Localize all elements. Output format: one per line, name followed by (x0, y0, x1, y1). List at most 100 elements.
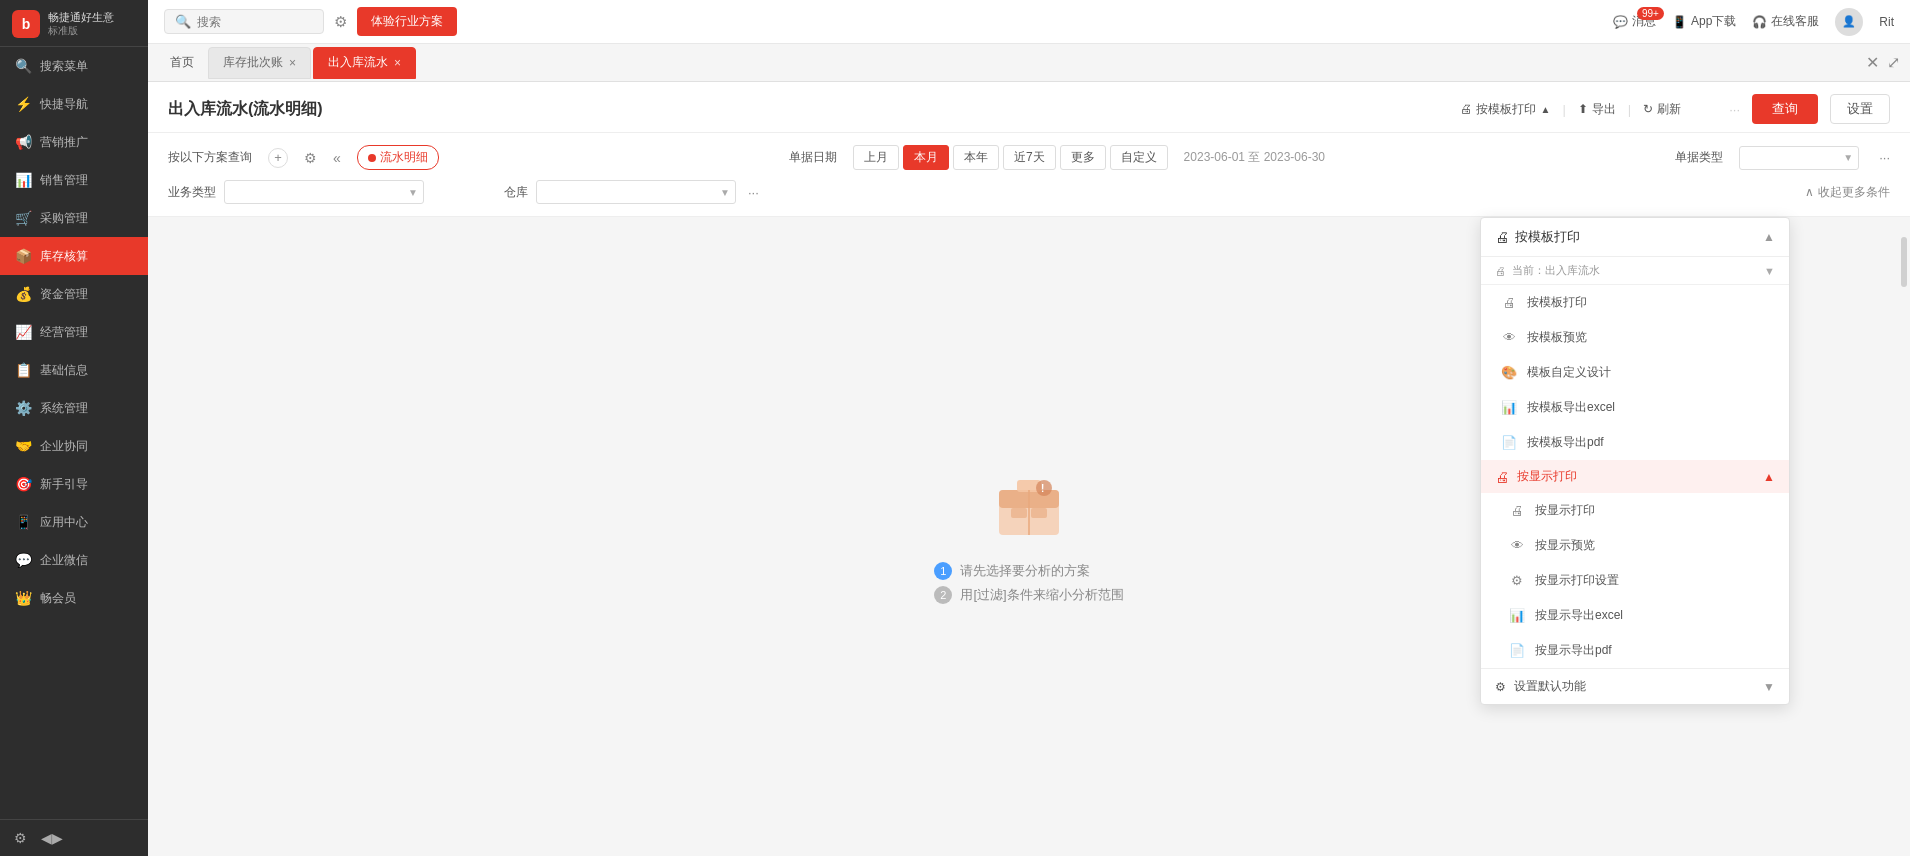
step-2-label: 用[过滤]条件来缩小分析范围 (960, 586, 1123, 604)
dropdown-footer[interactable]: ⚙ 设置默认功能 ▼ (1481, 668, 1789, 704)
print-dropdown-panel: 🖨 按模板打印 ▲ 🖨 当前：出入库流水 ▼ 🖨 按模板打印 (1480, 217, 1790, 705)
warehouse-label: 仓库 (504, 184, 528, 201)
sidebar-item-marketing[interactable]: 📢 营销推广 (0, 123, 148, 161)
sidebar-label-shortcut: 快捷导航 (40, 96, 88, 113)
date-btn-this-year[interactable]: 本年 (953, 145, 999, 170)
vertical-scrollbar[interactable] (1898, 217, 1910, 856)
item-display-settings-icon: ⚙ (1509, 573, 1525, 589)
sidebar-item-system[interactable]: ⚙️ 系统管理 (0, 389, 148, 427)
sidebar-item-search[interactable]: 🔍 搜索菜单 (0, 47, 148, 85)
sidebar-item-sales[interactable]: 📊 销售管理 (0, 161, 148, 199)
user-avatar[interactable]: 👤 (1835, 8, 1863, 36)
display-print-header-label: 🖨 按显示打印 (1495, 468, 1577, 485)
tab-expand-icon[interactable]: ⤢ (1887, 53, 1900, 72)
app-download-button[interactable]: 📱 App下载 (1672, 13, 1736, 30)
step-1-label: 请先选择要分析的方案 (960, 562, 1090, 580)
business-type-select[interactable] (224, 180, 424, 204)
dropdown-item-template-pdf[interactable]: 📄 按模板导出pdf (1481, 425, 1789, 460)
dropdown-sub-header-display[interactable]: 🖨 按显示打印 ▲ (1481, 460, 1789, 493)
main-content: ! 1 请先选择要分析的方案 2 用[过滤]条件来缩小分析范围 (148, 217, 1910, 856)
current-label: 当前：出入库流水 (1512, 263, 1600, 278)
dropdown-close-icon[interactable]: ▲ (1763, 230, 1775, 244)
settings-footer-icon[interactable]: ⚙ (14, 830, 27, 846)
warehouse-select[interactable] (536, 180, 736, 204)
message-button[interactable]: 💬 消息 99+ (1613, 13, 1656, 30)
doc-type-label: 单据类型 (1675, 149, 1723, 166)
gear-icon: ⚙️ (14, 399, 32, 417)
tab-batch[interactable]: 库存批次账 × (208, 47, 311, 79)
more-icon[interactable]: ··· (1729, 102, 1740, 117)
sidebar-item-appcenter[interactable]: 📱 应用中心 (0, 503, 148, 541)
item-preview-icon: 👁 (1501, 330, 1517, 346)
industry-solution-button[interactable]: 体验行业方案 (357, 7, 457, 36)
sidebar-item-wechat[interactable]: 💬 企业微信 (0, 541, 148, 579)
refresh-button[interactable]: ↻ 刷新 (1643, 101, 1681, 118)
sidebar-item-vip[interactable]: 👑 畅会员 (0, 579, 148, 617)
sidebar-item-inventory[interactable]: 📦 库存核算 (0, 237, 148, 275)
step-num-2: 2 (934, 586, 952, 604)
sidebar-item-shortcut[interactable]: ⚡ 快捷导航 (0, 85, 148, 123)
display-print-header-text: 按显示打印 (1517, 468, 1577, 485)
tab-home[interactable]: 首页 (158, 47, 206, 79)
query-button[interactable]: 查询 (1752, 94, 1818, 124)
doc-type-more-icon[interactable]: ··· (1879, 150, 1890, 165)
tab-flow-close-icon[interactable]: × (394, 56, 401, 70)
tab-batch-close-icon[interactable]: × (289, 56, 296, 70)
dropdown-item-template-custom[interactable]: 🎨 模板自定义设计 (1481, 355, 1789, 390)
sidebar-footer: ⚙ ◀▶ (0, 819, 148, 856)
money-icon: 💰 (14, 285, 32, 303)
doc-type-select[interactable] (1739, 146, 1859, 170)
topbar-gear-icon[interactable]: ⚙ (334, 13, 347, 31)
step-num-1: 1 (934, 562, 952, 580)
target-icon: 🎯 (14, 475, 32, 493)
sidebar-item-purchase[interactable]: 🛒 采购管理 (0, 199, 148, 237)
main-area: 🔍 ⚙ 体验行业方案 💬 消息 99+ 📱 App下载 🎧 在线客服 (148, 0, 1910, 856)
sidebar-item-newbie[interactable]: 🎯 新手引导 (0, 465, 148, 503)
export-icon: ⬆ (1578, 102, 1588, 116)
filter-add-button[interactable]: + (268, 148, 288, 168)
export-button[interactable]: ⬆ 导出 (1578, 101, 1616, 118)
item-display-pdf-label: 按显示导出pdf (1535, 642, 1612, 659)
filter-collapse-icon[interactable]: « (333, 150, 341, 166)
toggle-sidebar-icon[interactable]: ◀▶ (41, 830, 63, 846)
chart-icon: 📊 (14, 171, 32, 189)
tab-close-all-icon[interactable]: ✕ (1866, 53, 1879, 72)
dropdown-item-template-print[interactable]: 🖨 按模板打印 (1481, 285, 1789, 320)
dropdown-item-display-print[interactable]: 🖨 按显示打印 (1481, 493, 1789, 528)
sidebar-item-finance[interactable]: 💰 资金管理 (0, 275, 148, 313)
sidebar-label-wechat: 企业微信 (40, 552, 88, 569)
search-input[interactable] (197, 15, 297, 29)
warehouse-more-icon[interactable]: ··· (748, 185, 759, 200)
current-arrow-icon[interactable]: ▼ (1764, 265, 1775, 277)
collapse-button[interactable]: ∧ 收起更多条件 (1805, 184, 1890, 201)
online-service-button[interactable]: 🎧 在线客服 (1752, 13, 1819, 30)
search-icon: 🔍 (14, 57, 32, 75)
filter-tag-dot (368, 154, 376, 162)
date-btn-last-month[interactable]: 上月 (853, 145, 899, 170)
topbar-search-box[interactable]: 🔍 (164, 9, 324, 34)
filter-row-2: 业务类型 ▼ 仓库 (168, 180, 1890, 204)
filter-tag-liushui[interactable]: 流水明细 (357, 145, 439, 170)
settings-button[interactable]: 设置 (1830, 94, 1890, 124)
dropdown-item-display-excel[interactable]: 📊 按显示导出excel (1481, 598, 1789, 633)
item-design-icon: 🎨 (1501, 365, 1517, 381)
tab-flow[interactable]: 出入库流水 × (313, 47, 416, 79)
sidebar-label-finance: 资金管理 (40, 286, 88, 303)
dropdown-item-template-excel[interactable]: 📊 按模板导出excel (1481, 390, 1789, 425)
dropdown-item-display-settings[interactable]: ⚙ 按显示打印设置 (1481, 563, 1789, 598)
sidebar-item-basic[interactable]: 📋 基础信息 (0, 351, 148, 389)
dropdown-item-template-preview[interactable]: 👁 按模板预览 (1481, 320, 1789, 355)
page-header: 出入库流水(流水明细) 🖨 按模板打印 ▲ | ⬆ 导出 | (148, 82, 1910, 133)
filter-gear-icon[interactable]: ⚙ (304, 150, 317, 166)
sidebar-label-marketing: 营销推广 (40, 134, 88, 151)
sidebar-item-collab[interactable]: 🤝 企业协同 (0, 427, 148, 465)
dropdown-item-display-pdf[interactable]: 📄 按显示导出pdf (1481, 633, 1789, 668)
date-btn-7days[interactable]: 近7天 (1003, 145, 1056, 170)
date-btn-custom[interactable]: 自定义 (1110, 145, 1168, 170)
dropdown-item-display-preview[interactable]: 👁 按显示预览 (1481, 528, 1789, 563)
sidebar-item-operations[interactable]: 📈 经营管理 (0, 313, 148, 351)
template-print-button[interactable]: 🖨 按模板打印 ▲ (1460, 101, 1550, 118)
date-btn-this-month[interactable]: 本月 (903, 145, 949, 170)
avatar-placeholder: 👤 (1842, 15, 1856, 28)
date-btn-more[interactable]: 更多 (1060, 145, 1106, 170)
